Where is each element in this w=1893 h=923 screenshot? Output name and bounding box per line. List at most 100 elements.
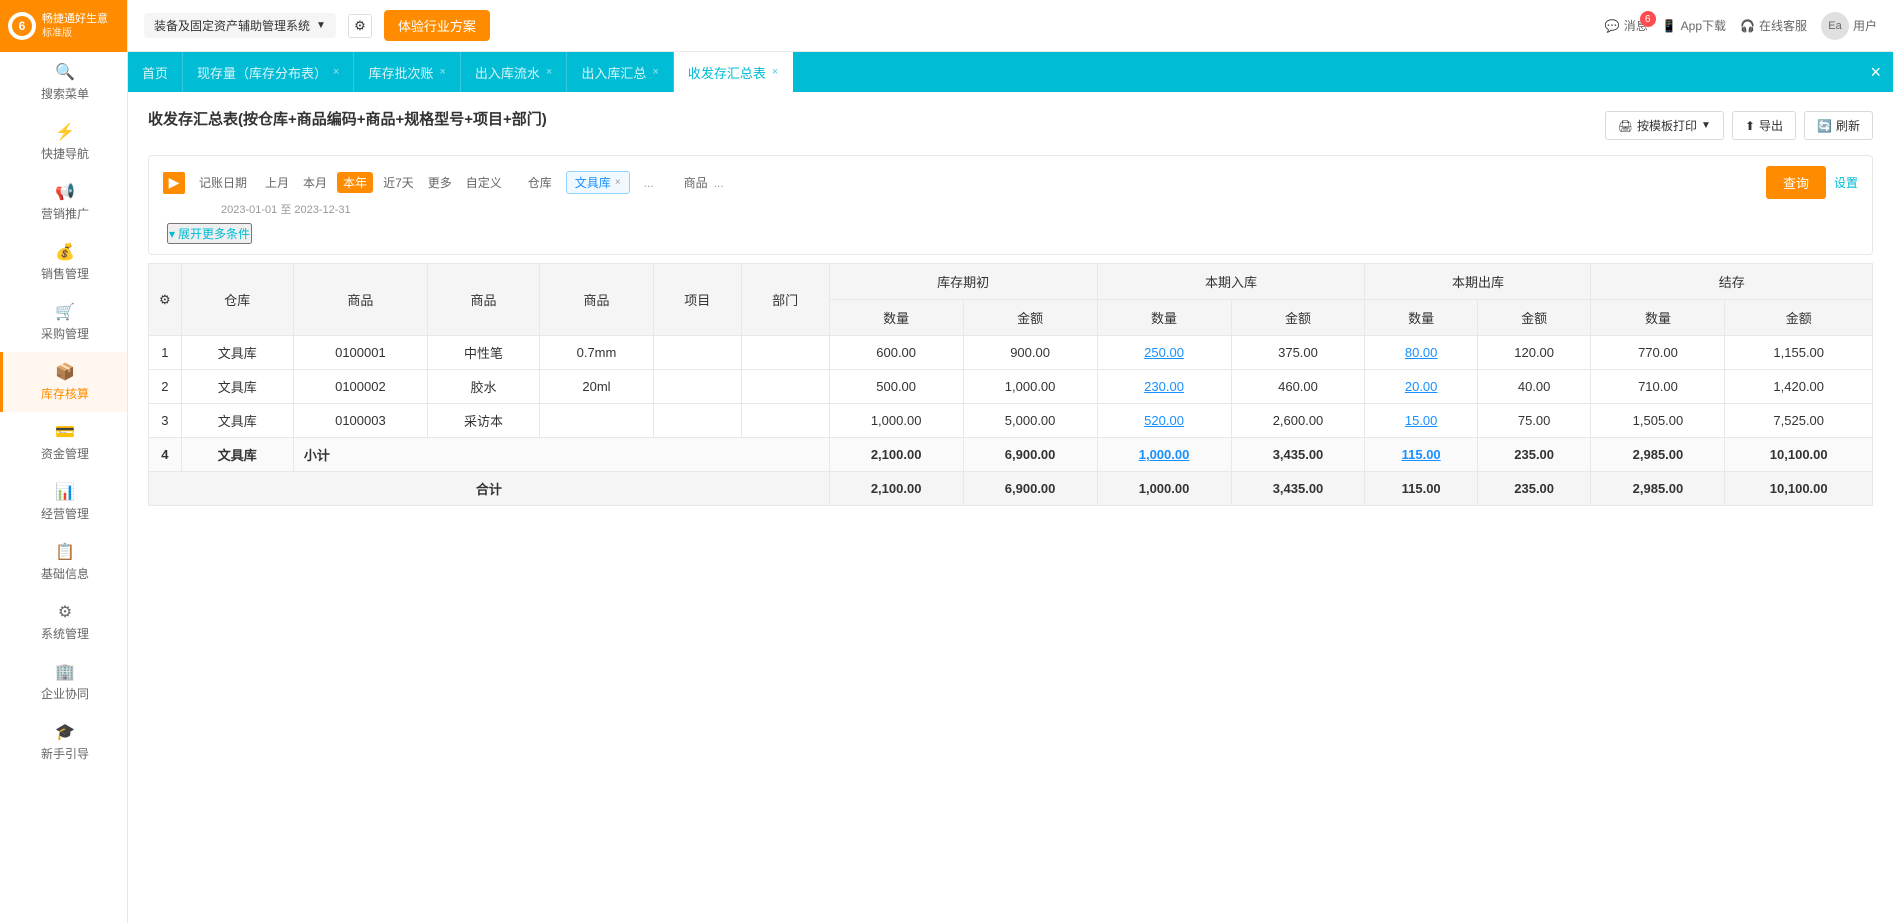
goods-filter-section: 商品 ... [684, 174, 724, 191]
sidebar-item-inventory[interactable]: 📦 库存核算 [0, 352, 127, 412]
sidebar-item-purchase[interactable]: 🛒 采购管理 [0, 292, 127, 352]
warehouse-tag-close[interactable]: × [615, 177, 621, 188]
date-btn-this-month[interactable]: 本月 [299, 172, 331, 193]
page-title: 收发存汇总表(按仓库+商品编码+商品+规格型号+项目+部门) [148, 108, 547, 129]
sidebar-item-sales[interactable]: 💰 销售管理 [0, 232, 127, 292]
sidebar-item-basic-info[interactable]: 📋 基础信息 [0, 532, 127, 592]
row-close-amount: 1,155.00 [1725, 336, 1873, 370]
sidebar-item-label: 资金管理 [41, 445, 89, 462]
close-all-tabs-button[interactable]: × [1858, 62, 1893, 83]
system-selector[interactable]: 装备及固定资产辅助管理系统 ▼ [144, 13, 336, 38]
avatar: Ea [1821, 12, 1849, 40]
row-in-qty[interactable]: 520.00 [1097, 404, 1231, 438]
goods-label: 商品 [684, 174, 708, 191]
row-in-amount: 2,600.00 [1231, 404, 1365, 438]
row-out-qty[interactable]: 80.00 [1365, 336, 1477, 370]
subtotal-out-amount: 235.00 [1477, 438, 1591, 472]
sidebar-item-system[interactable]: ⚙ 系统管理 [0, 592, 127, 652]
tabbar: 首页 现存量（库存分布表） × 库存批次账 × 出入库流水 × 出入库汇总 × … [128, 52, 1893, 92]
tab-home[interactable]: 首页 [128, 52, 183, 92]
marketing-icon: 📢 [55, 182, 75, 202]
online-service-button[interactable]: 🎧 在线客服 [1740, 17, 1807, 34]
row-in-amount: 460.00 [1231, 370, 1365, 404]
th-opening-group: 库存期初 [829, 264, 1097, 300]
row-department [741, 336, 829, 370]
subtotal-out-qty[interactable]: 115.00 [1365, 438, 1477, 472]
th-settings[interactable]: ⚙ [149, 264, 182, 336]
subtotal-in-qty[interactable]: 1,000.00 [1097, 438, 1231, 472]
date-btn-this-year[interactable]: 本年 [337, 172, 373, 193]
tab-summary[interactable]: 出入库汇总 × [567, 52, 673, 92]
settings-gear-button[interactable]: ⚙ [348, 14, 372, 38]
total-out-amount: 235.00 [1477, 472, 1591, 506]
expand-more-conditions-button[interactable]: ▾ 展开更多条件 [167, 223, 252, 244]
sidebar-item-business[interactable]: 📊 经营管理 [0, 472, 127, 532]
print-button[interactable]: 🖨 按模板打印 ▼ [1605, 111, 1724, 140]
business-icon: 📊 [55, 482, 75, 502]
warehouse-tag: 文具库 × [566, 171, 630, 194]
sidebar-item-finance[interactable]: 💳 资金管理 [0, 412, 127, 472]
th-outbound-group: 本期出库 [1365, 264, 1591, 300]
goods-more[interactable]: ... [714, 176, 724, 190]
sidebar-header: 6 畅捷通好生意 标准版 [0, 0, 127, 52]
th-in-qty: 数量 [1097, 300, 1231, 336]
row-out-qty[interactable]: 20.00 [1365, 370, 1477, 404]
row-goods-code: 0100003 [293, 404, 427, 438]
app-download-button[interactable]: 📱 App下载 [1662, 17, 1726, 34]
tab-io-summary-label: 收发存汇总表 [688, 63, 766, 82]
row-department [741, 370, 829, 404]
settings-link-button[interactable]: 设置 [1834, 166, 1858, 199]
row-goods-code: 0100002 [293, 370, 427, 404]
sidebar-item-label: 营销推广 [41, 205, 89, 222]
row-open-qty: 1,000.00 [829, 404, 963, 438]
row-project [653, 336, 741, 370]
refresh-button[interactable]: 🔄 刷新 [1804, 111, 1873, 140]
date-btn-last-month[interactable]: 上月 [261, 172, 293, 193]
export-button[interactable]: ⬆ 导出 [1732, 111, 1796, 140]
row-open-amount: 5,000.00 [963, 404, 1097, 438]
sidebar-item-marketing[interactable]: 📢 营销推广 [0, 172, 127, 232]
phone-icon: 📱 [1662, 19, 1677, 33]
filter-toggle-button[interactable]: ▶ [163, 172, 185, 194]
total-open-qty: 2,100.00 [829, 472, 963, 506]
message-button[interactable]: 💬 消息 6 [1605, 17, 1648, 34]
try-industry-button[interactable]: 体验行业方案 [384, 10, 490, 41]
tab-batch-ledger[interactable]: 库存批次账 × [354, 52, 460, 92]
table-row: 1 文具库 0100001 中性笔 0.7mm 600.00 900.00 25… [149, 336, 1873, 370]
date-btn-custom[interactable]: 自定义 [462, 172, 506, 193]
search-icon: 🔍 [55, 62, 75, 82]
tab-close-flow[interactable]: × [546, 66, 552, 78]
headset-icon: 🎧 [1740, 19, 1755, 33]
row-in-qty[interactable]: 250.00 [1097, 336, 1231, 370]
tab-close-batch-ledger[interactable]: × [439, 66, 445, 78]
tab-flow[interactable]: 出入库流水 × [461, 52, 567, 92]
guide-icon: 🎓 [55, 722, 75, 742]
query-button[interactable]: 查询 [1766, 166, 1826, 199]
warehouse-more[interactable]: ... [644, 176, 654, 190]
sidebar-item-guide[interactable]: 🎓 新手引导 [0, 712, 127, 772]
sidebar-item-search[interactable]: 🔍 搜索菜单 [0, 52, 127, 112]
tab-close-io-summary[interactable]: × [772, 66, 778, 78]
tab-io-summary[interactable]: 收发存汇总表 × [674, 52, 793, 92]
sidebar-nav: 🔍 搜索菜单 ⚡ 快捷导航 📢 营销推广 💰 销售管理 🛒 采购管理 📦 库存核… [0, 52, 127, 923]
online-service-label: 在线客服 [1759, 17, 1807, 34]
tab-close-summary[interactable]: × [652, 66, 658, 78]
row-out-qty[interactable]: 15.00 [1365, 404, 1477, 438]
sidebar-item-quick-nav[interactable]: ⚡ 快捷导航 [0, 112, 127, 172]
tab-inventory-dist[interactable]: 现存量（库存分布表） × [183, 52, 354, 92]
row-index: 2 [149, 370, 182, 404]
th-goods-code: 商品 [293, 264, 427, 336]
row-close-qty: 770.00 [1591, 336, 1725, 370]
sidebar-item-label: 采购管理 [41, 325, 89, 342]
tab-close-inventory-dist[interactable]: × [333, 66, 339, 78]
date-btn-more[interactable]: 更多 [424, 172, 456, 193]
row-in-amount: 375.00 [1231, 336, 1365, 370]
user-menu-button[interactable]: Ea 用户 [1821, 12, 1877, 40]
sidebar-item-label: 企业协同 [41, 685, 89, 702]
total-out-qty: 115.00 [1365, 472, 1477, 506]
total-open-amount: 6,900.00 [963, 472, 1097, 506]
warehouse-filter-section: 仓库 [528, 174, 552, 191]
date-btn-7days[interactable]: 近7天 [379, 172, 418, 193]
sidebar-item-corp[interactable]: 🏢 企业协同 [0, 652, 127, 712]
row-in-qty[interactable]: 230.00 [1097, 370, 1231, 404]
